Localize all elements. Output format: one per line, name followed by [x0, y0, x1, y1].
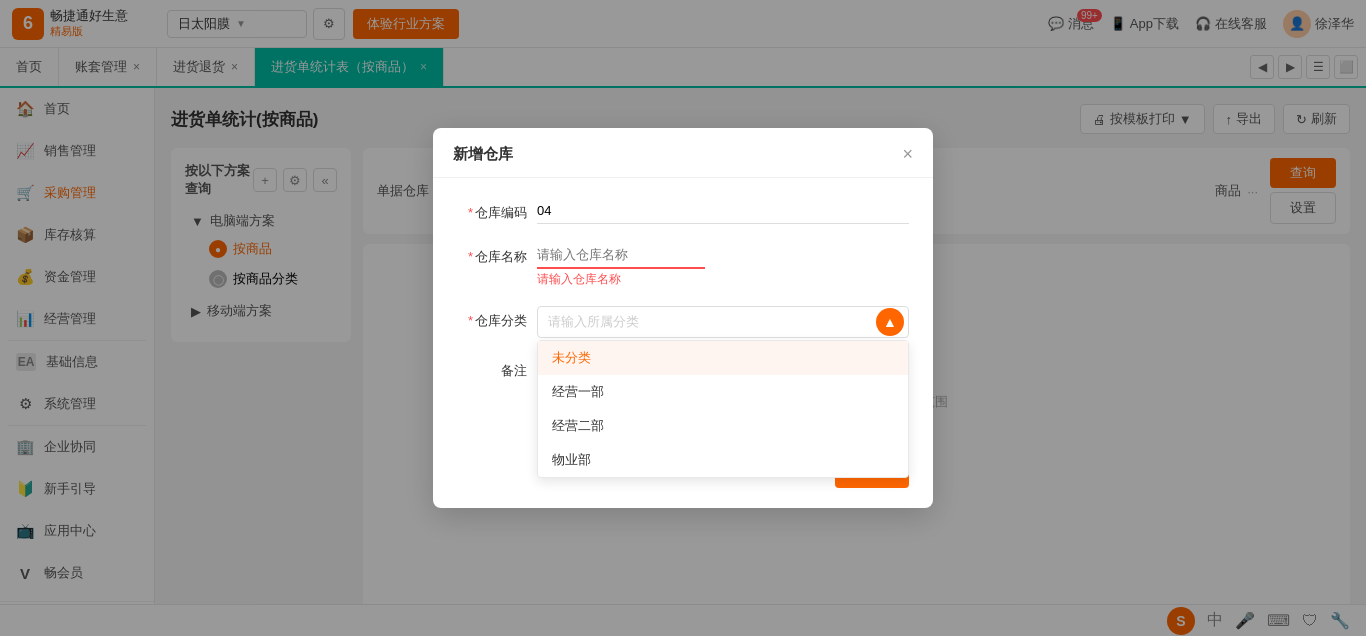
warehouse-name-error: 请输入仓库名称	[537, 271, 705, 288]
warehouse-code-label: *仓库编码	[457, 198, 527, 222]
warehouse-name-wrapper: 请输入仓库名称	[537, 242, 705, 288]
form-row-category: *仓库分类 请输入所属分类 ▲ 未分类 经营一部	[457, 306, 909, 338]
form-row-name: *仓库名称 请输入仓库名称	[457, 242, 909, 288]
dialog-overlay: 新增仓库 × *仓库编码 *仓库名称 请输入仓库名称	[0, 0, 1366, 636]
dropdown-option-dept2[interactable]: 经营二部	[538, 409, 908, 443]
warehouse-name-label: *仓库名称	[457, 242, 527, 266]
warehouse-name-input[interactable]	[537, 242, 705, 269]
warehouse-category-label: *仓库分类	[457, 306, 527, 330]
category-placeholder: 请输入所属分类	[548, 313, 639, 331]
category-dropdown-wrapper: 请输入所属分类 ▲ 未分类 经营一部 经营二部	[537, 306, 909, 338]
required-star-code: *	[468, 205, 473, 220]
warehouse-code-input[interactable]	[537, 198, 909, 224]
dialog-header: 新增仓库 ×	[433, 128, 933, 178]
dialog-body: *仓库编码 *仓库名称 请输入仓库名称	[433, 178, 933, 444]
required-star-name: *	[468, 249, 473, 264]
dropdown-option-dept3[interactable]: 物业部	[538, 443, 908, 477]
dropdown-arrow-icon: ▲	[876, 308, 904, 336]
dropdown-option-dept1[interactable]: 经营一部	[538, 375, 908, 409]
dropdown-option-none[interactable]: 未分类	[538, 341, 908, 375]
required-star-cat: *	[468, 313, 473, 328]
new-warehouse-dialog: 新增仓库 × *仓库编码 *仓库名称 请输入仓库名称	[433, 128, 933, 508]
dialog-close-button[interactable]: ×	[902, 144, 913, 165]
category-dropdown-list: 未分类 经营一部 经营二部 物业部	[537, 340, 909, 478]
note-label: 备注	[457, 356, 527, 380]
category-dropdown[interactable]: 请输入所属分类 ▲	[537, 306, 909, 338]
dialog-title: 新增仓库	[453, 145, 513, 164]
form-row-code: *仓库编码	[457, 198, 909, 224]
